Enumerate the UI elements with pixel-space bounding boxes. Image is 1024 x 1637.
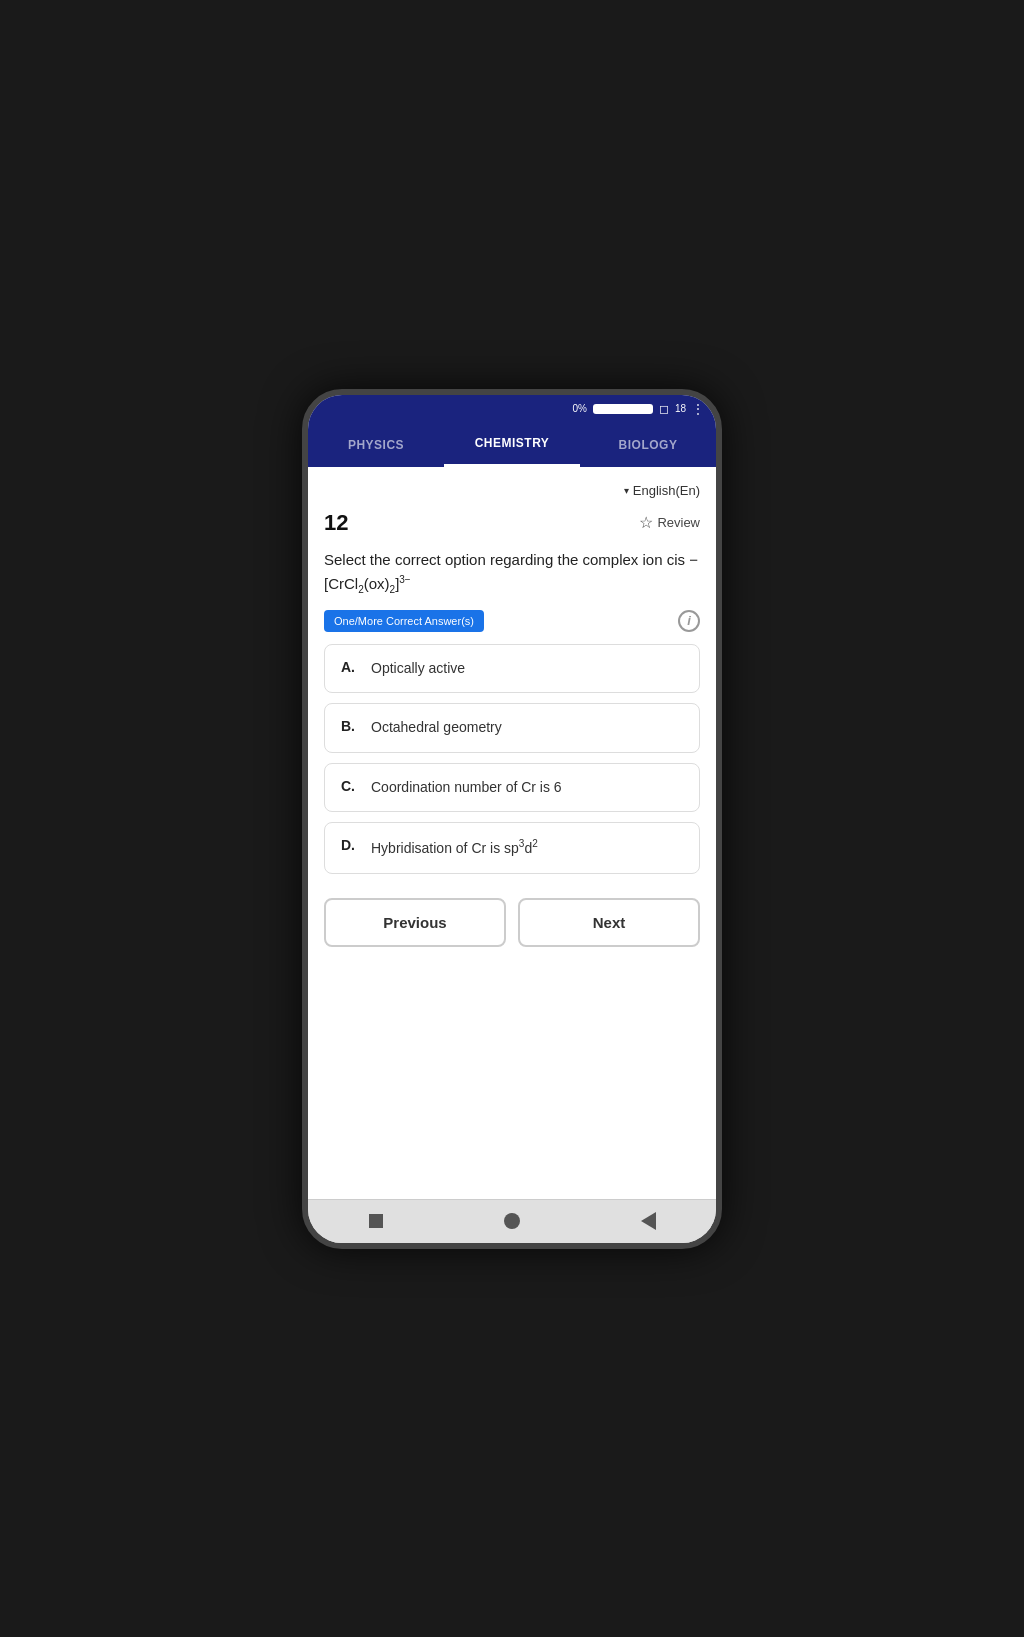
- option-c-text: Coordination number of Cr is 6: [371, 778, 562, 798]
- option-d-text: Hybridisation of Cr is sp3d2: [371, 837, 538, 858]
- question-number: 12: [324, 510, 348, 536]
- review-label: Review: [657, 515, 700, 530]
- tab-chemistry[interactable]: CHEMISTRY: [444, 423, 580, 467]
- chevron-down-icon: ▾: [624, 485, 629, 496]
- option-d[interactable]: D. Hybridisation of Cr is sp3d2: [324, 822, 700, 873]
- formula-sub2: 2: [390, 584, 396, 595]
- option-c[interactable]: C. Coordination number of Cr is 6: [324, 763, 700, 813]
- option-a[interactable]: A. Optically active: [324, 644, 700, 694]
- notification-icon: ◻: [659, 402, 669, 416]
- question-header: 12 ☆ Review: [324, 510, 700, 536]
- phone-screen: 0% ◻ 18 ⋮ PHYSICS CHEMISTRY BIOLOGY ▾: [308, 395, 716, 1243]
- options-list: A. Optically active B. Octahedral geomet…: [324, 644, 700, 874]
- back-button[interactable]: [497, 1206, 527, 1236]
- triangle-icon: [641, 1212, 656, 1230]
- badge-row: One/More Correct Answer(s) i: [324, 610, 700, 632]
- previous-button[interactable]: Previous: [324, 898, 506, 947]
- language-selector[interactable]: ▾ English(En): [324, 483, 700, 498]
- answer-type-badge: One/More Correct Answer(s): [324, 610, 484, 632]
- next-button[interactable]: Next: [518, 898, 700, 947]
- language-label: English(En): [633, 483, 700, 498]
- nav-buttons: Previous Next: [324, 886, 700, 951]
- star-icon: ☆: [639, 513, 653, 532]
- circle-icon: [504, 1213, 520, 1229]
- option-a-label: A.: [341, 659, 361, 675]
- option-b-label: B.: [341, 718, 361, 734]
- recents-button[interactable]: [633, 1206, 663, 1236]
- notification-count: 18: [675, 403, 686, 414]
- bottom-nav: [308, 1199, 716, 1243]
- review-button[interactable]: ☆ Review: [639, 513, 700, 532]
- tab-biology[interactable]: BIOLOGY: [580, 423, 716, 467]
- option-b-text: Octahedral geometry: [371, 718, 502, 738]
- info-icon[interactable]: i: [678, 610, 700, 632]
- more-icon: ⋮: [692, 402, 704, 416]
- question-text: Select the correct option regarding the …: [324, 548, 700, 598]
- formula-sup: 3−: [399, 574, 410, 585]
- progress-label: 0%: [572, 403, 586, 414]
- content-area: ▾ English(En) 12 ☆ Review Select the cor…: [308, 467, 716, 1199]
- tab-bar: PHYSICS CHEMISTRY BIOLOGY: [308, 423, 716, 467]
- home-button[interactable]: [361, 1206, 391, 1236]
- square-icon: [369, 1214, 383, 1228]
- option-a-text: Optically active: [371, 659, 465, 679]
- formula-mid: (ox): [364, 575, 390, 592]
- option-c-label: C.: [341, 778, 361, 794]
- phone-frame: 0% ◻ 18 ⋮ PHYSICS CHEMISTRY BIOLOGY ▾: [302, 389, 722, 1249]
- tab-physics[interactable]: PHYSICS: [308, 423, 444, 467]
- status-bar: 0% ◻ 18 ⋮: [308, 395, 716, 423]
- option-b[interactable]: B. Octahedral geometry: [324, 703, 700, 753]
- option-d-label: D.: [341, 837, 361, 853]
- progress-bar: [593, 404, 653, 414]
